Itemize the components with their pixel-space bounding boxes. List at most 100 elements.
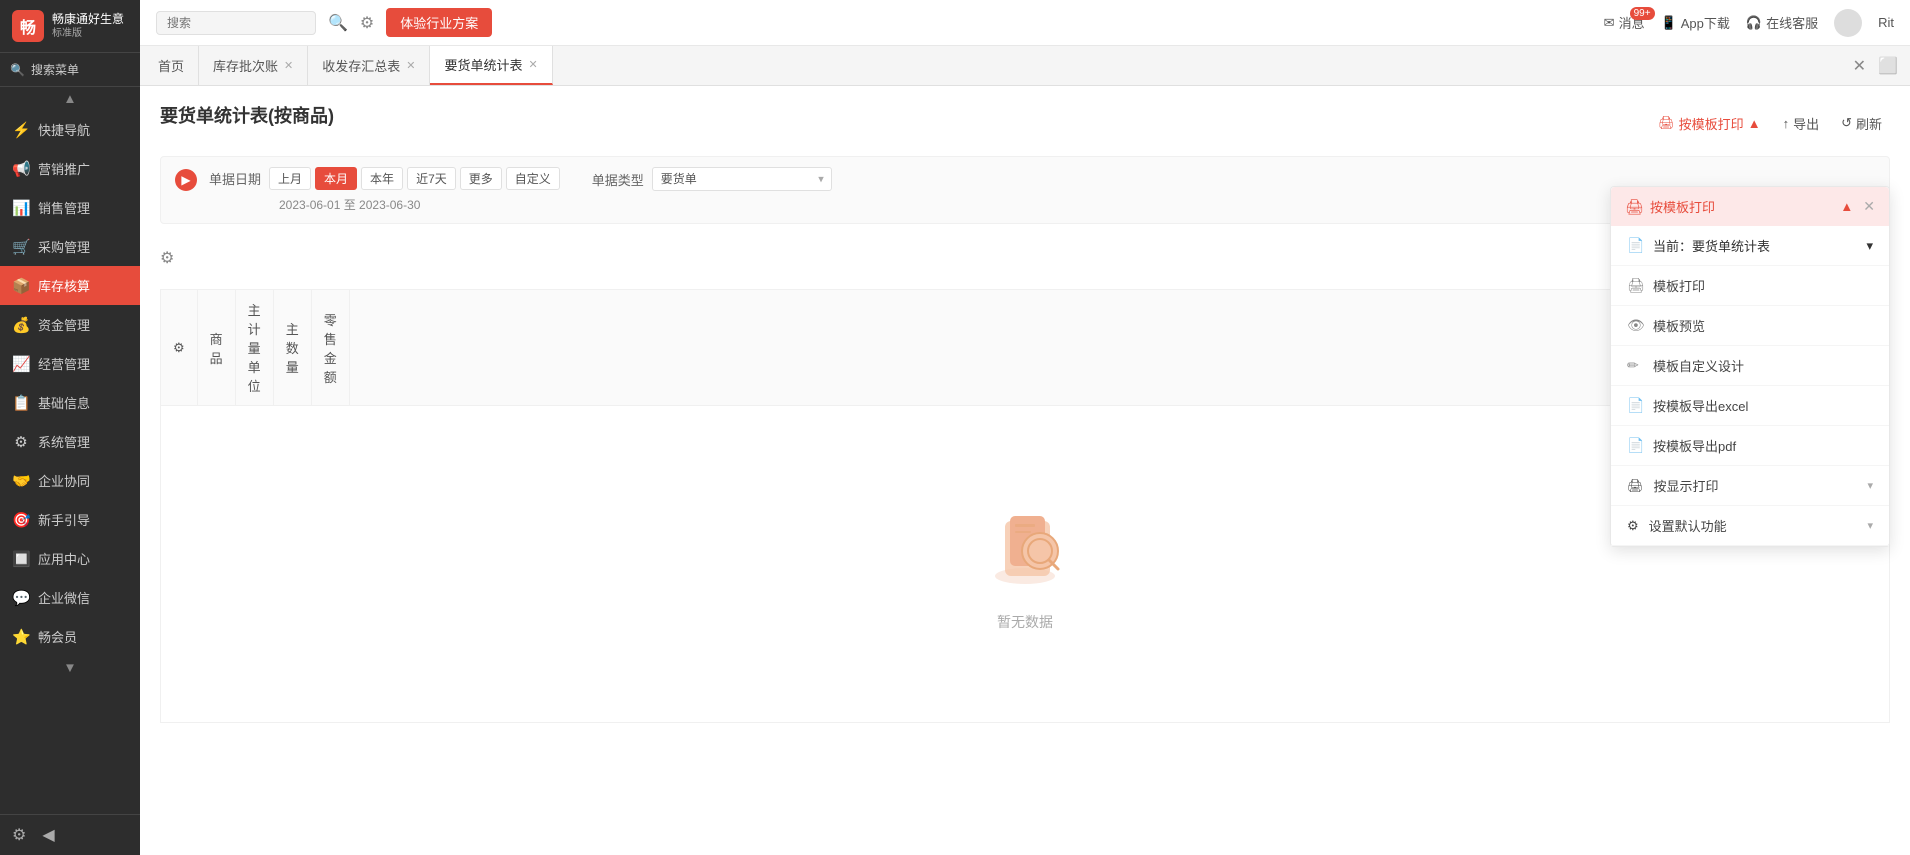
export-pdf-label: 按模板导出pdf <box>1653 436 1736 455</box>
tab-order-stats[interactable]: 要货单统计表 ✕ <box>430 46 552 85</box>
wechat-icon: 💬 <box>12 589 30 607</box>
template-print-label: 模板打印 <box>1653 276 1705 295</box>
audio-bottom-icon[interactable]: ◀ <box>42 825 54 845</box>
tab-receipt-summary[interactable]: 收发存汇总表 ✕ <box>308 46 430 85</box>
page-title: 要货单统计表(按商品) <box>160 102 334 128</box>
filter-row-type: 单据类型 要货单 <box>592 167 832 191</box>
default-fn-icon: ⚙ <box>1627 518 1639 534</box>
type-select-wrap: 要货单 <box>652 167 832 191</box>
messages-btn[interactable]: ✉ 消息 99+ <box>1604 13 1645 32</box>
filter-row-date-range: 2023-06-01 至 2023-06-30 <box>209 196 560 213</box>
purchase-icon: 🛒 <box>12 238 30 256</box>
scroll-up-btn[interactable]: ▲ <box>0 87 140 110</box>
tab-order-stats-close[interactable]: ✕ <box>529 58 538 71</box>
sidebar-item-finance[interactable]: 💰 资金管理 <box>0 305 140 344</box>
table-settings-btn[interactable]: ⚙ <box>160 248 174 268</box>
chevron-down-icon: ▾ <box>1866 238 1873 254</box>
sidebar-item-label: 快捷导航 <box>38 120 90 139</box>
display-print-label: 按显示打印 <box>1654 476 1719 495</box>
settings-bottom-icon[interactable]: ⚙ <box>12 825 26 845</box>
enterprise-icon: 🤝 <box>12 472 30 490</box>
default-fn-label: 设置默认功能 <box>1649 516 1727 535</box>
app-name: 畅康通好生意 标准版 <box>52 12 124 41</box>
dropdown-title: 按模板打印 <box>1650 197 1715 216</box>
dropdown-current-template[interactable]: 📄 当前：要货单统计表 ▾ <box>1611 226 1889 266</box>
scroll-down-btn[interactable]: ▼ <box>0 656 140 679</box>
sidebar-item-label: 采购管理 <box>38 237 90 256</box>
sidebar-item-label: 企业微信 <box>38 588 90 607</box>
sidebar-navigation: ▲ ⚡ 快捷导航 📢 营销推广 📊 销售管理 🛒 采购管理 📦 库存核算 💰 资… <box>0 87 140 814</box>
refresh-btn[interactable]: ↺ 刷新 <box>1833 109 1890 138</box>
date-btn-prev-month[interactable]: 上月 <box>269 167 311 190</box>
tab-batch-ledger-close[interactable]: ✕ <box>284 59 293 72</box>
sidebar-item-purchase[interactable]: 🛒 采购管理 <box>0 227 140 266</box>
empty-text: 暂无数据 <box>997 612 1053 632</box>
tab-receipt-summary-close[interactable]: ✕ <box>406 59 415 72</box>
system-icon: ⚙ <box>12 433 30 451</box>
sidebar-item-app-center[interactable]: 🔲 应用中心 <box>0 539 140 578</box>
sidebar-item-basic-info[interactable]: 📋 基础信息 <box>0 383 140 422</box>
sidebar-item-vip[interactable]: ⭐ 畅会员 <box>0 617 140 656</box>
sidebar-item-inventory[interactable]: 📦 库存核算 <box>0 266 140 305</box>
topbar-gear-icon[interactable]: ⚙ <box>360 13 374 33</box>
dropdown-item-default-fn[interactable]: ⚙ 设置默认功能 ▾ <box>1611 506 1889 546</box>
quick-nav-icon: ⚡ <box>12 121 30 139</box>
print-template-btn[interactable]: 🖨 按模板打印 ▲ <box>1650 109 1768 138</box>
sidebar-item-guide[interactable]: 🎯 新手引导 <box>0 500 140 539</box>
username[interactable]: Rit <box>1878 15 1894 30</box>
sidebar-search[interactable]: 🔍 搜索菜单 <box>0 53 140 87</box>
date-btn-current-year[interactable]: 本年 <box>361 167 403 190</box>
current-template-icon: 📄 <box>1627 237 1643 254</box>
sidebar-item-wechat[interactable]: 💬 企业微信 <box>0 578 140 617</box>
sidebar-item-quick-nav[interactable]: ⚡ 快捷导航 <box>0 110 140 149</box>
trial-btn[interactable]: 体验行业方案 <box>386 8 492 37</box>
dropdown-item-display-print[interactable]: 🖨 按显示打印 ▾ <box>1611 466 1889 506</box>
online-service-btn[interactable]: 🎧 在线客服 <box>1746 13 1818 32</box>
service-icon: 🎧 <box>1746 15 1762 31</box>
sidebar-item-label: 销售管理 <box>38 198 90 217</box>
date-btn-more[interactable]: 更多 <box>460 167 502 190</box>
date-btn-custom[interactable]: 自定义 <box>506 167 560 190</box>
template-preview-label: 模板预览 <box>1653 316 1705 335</box>
dropdown-item-template-custom[interactable]: ✏ 模板自定义设计 <box>1611 346 1889 386</box>
message-icon: ✉ <box>1604 15 1615 31</box>
export-btn[interactable]: ↑ 导出 <box>1775 109 1828 138</box>
sidebar-item-label: 经营管理 <box>38 354 90 373</box>
tab-home[interactable]: 首页 <box>144 46 199 85</box>
export-excel-icon: 📄 <box>1627 397 1643 414</box>
dropdown-item-template-print[interactable]: 🖨 模板打印 <box>1611 266 1889 306</box>
tab-batch-ledger-label: 库存批次账 <box>213 56 278 75</box>
dropdown-item-export-excel[interactable]: 📄 按模板导出excel <box>1611 386 1889 426</box>
sidebar-logo: 畅 畅康通好生意 标准版 <box>0 0 140 53</box>
close-all-tabs-btn[interactable]: ✕ <box>1849 54 1870 78</box>
tab-batch-ledger[interactable]: 库存批次账 ✕ <box>199 46 308 85</box>
avatar <box>1834 9 1862 37</box>
dropdown-close-btn[interactable]: ✕ <box>1863 198 1875 215</box>
type-select[interactable]: 要货单 <box>652 167 832 191</box>
date-btn-7days[interactable]: 近7天 <box>407 167 456 190</box>
sidebar-item-system[interactable]: ⚙ 系统管理 <box>0 422 140 461</box>
operation-icon: 📈 <box>12 355 30 373</box>
dropdown-printer-icon: 🖨 <box>1625 198 1644 216</box>
topbar-search-input[interactable] <box>156 11 316 35</box>
sidebar-item-label: 库存核算 <box>38 276 90 295</box>
search-icon: 🔍 <box>10 63 25 77</box>
sidebar-item-label: 营销推广 <box>38 159 90 178</box>
sales-icon: 📊 <box>12 199 30 217</box>
filter-row-date: 单据日期 上月 本月 本年 近7天 更多 自定义 <box>209 167 560 190</box>
sidebar-item-label: 企业协同 <box>38 471 90 490</box>
sidebar-item-marketing[interactable]: 📢 营销推广 <box>0 149 140 188</box>
date-btn-current-month[interactable]: 本月 <box>315 167 357 190</box>
sidebar-item-label: 资金管理 <box>38 315 90 334</box>
filter-toggle-btn[interactable]: ▶ <box>175 169 197 191</box>
tab-order-stats-label: 要货单统计表 <box>444 55 522 74</box>
sidebar-item-sales[interactable]: 📊 销售管理 <box>0 188 140 227</box>
sidebar-item-operation[interactable]: 📈 经营管理 <box>0 344 140 383</box>
app-download-btn[interactable]: 📱 App下载 <box>1661 13 1730 32</box>
table-header-settings[interactable]: ⚙ <box>161 290 198 406</box>
sidebar-item-enterprise[interactable]: 🤝 企业协同 <box>0 461 140 500</box>
app-center-icon: 🔲 <box>12 550 30 568</box>
maximize-btn[interactable]: ⬜ <box>1874 54 1902 78</box>
dropdown-item-template-preview[interactable]: 👁 模板预览 <box>1611 306 1889 346</box>
dropdown-item-export-pdf[interactable]: 📄 按模板导出pdf <box>1611 426 1889 466</box>
